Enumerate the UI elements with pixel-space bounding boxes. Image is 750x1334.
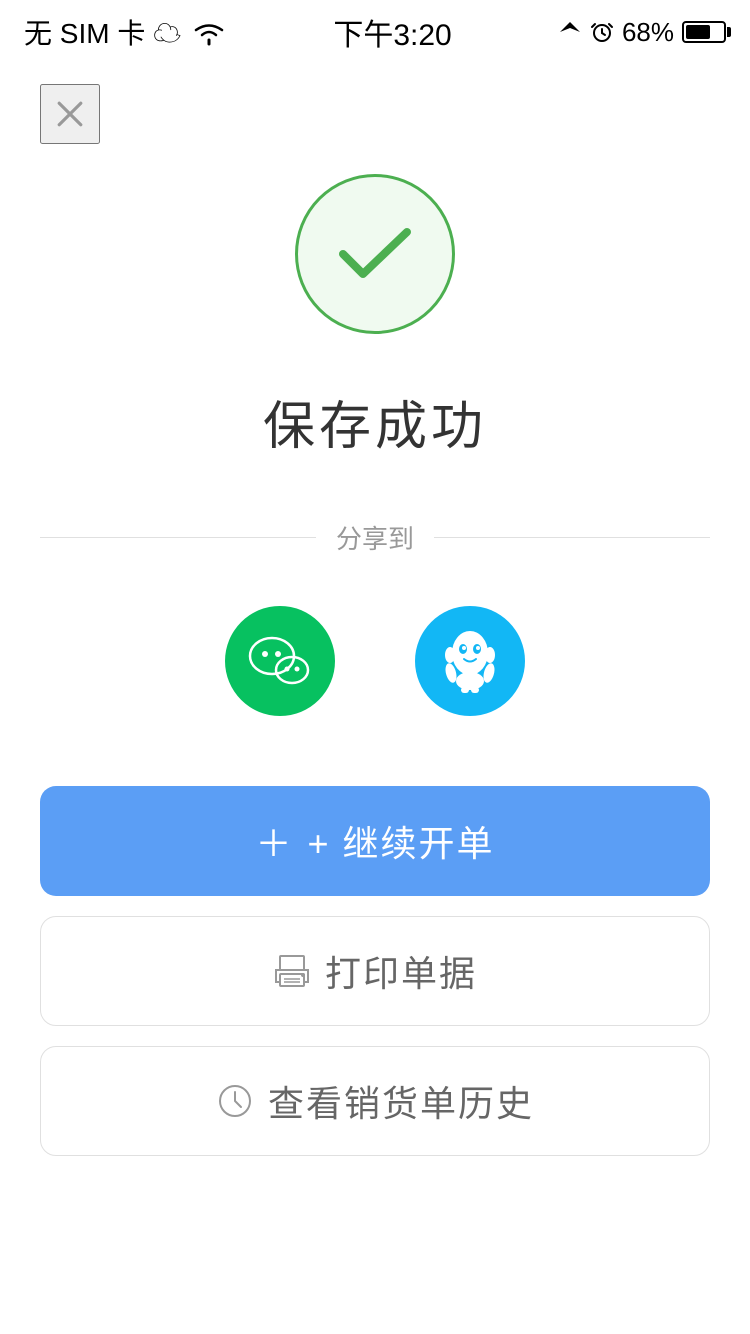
wechat-share-button[interactable] <box>225 606 335 716</box>
history-label: 查看销货单历史 <box>268 1075 534 1127</box>
status-right: 68% <box>558 17 726 48</box>
qq-share-button[interactable] <box>415 606 525 716</box>
print-icon <box>273 952 311 990</box>
checkmark-icon <box>335 224 415 284</box>
share-divider: 分享到 <box>40 519 710 556</box>
main-content: 保存成功 分享到 <box>0 64 750 1196</box>
print-button[interactable]: 打印单据 <box>40 916 710 1026</box>
battery-percent: 68% <box>622 17 674 48</box>
qq-icon <box>438 627 502 695</box>
alarm-icon <box>590 20 614 44</box>
action-buttons: ＋ + 继续开单 打印单据 查看销货单历史 <box>40 786 710 1156</box>
success-title: 保存成功 <box>263 384 487 459</box>
divider-left <box>40 537 316 538</box>
history-icon <box>216 1082 254 1120</box>
location-icon <box>558 20 582 44</box>
close-button[interactable] <box>40 84 100 144</box>
success-circle <box>295 174 455 334</box>
battery-icon <box>682 21 726 43</box>
sim-text: 无 SIM 卡 ☁ <box>24 12 181 52</box>
close-icon <box>52 96 88 132</box>
wechat-icon <box>248 632 312 690</box>
continue-label: + 继续开单 <box>307 815 494 867</box>
status-time: 下午3:20 <box>333 10 451 54</box>
share-icons-group <box>225 606 525 716</box>
continue-button[interactable]: ＋ + 继续开单 <box>40 786 710 896</box>
share-label: 分享到 <box>336 519 414 556</box>
history-button[interactable]: 查看销货单历史 <box>40 1046 710 1156</box>
plus-icon: ＋ <box>255 815 293 867</box>
print-label: 打印单据 <box>325 945 477 997</box>
status-left: 无 SIM 卡 ☁ <box>24 12 227 52</box>
divider-right <box>434 537 710 538</box>
status-bar: 无 SIM 卡 ☁ 下午3:20 68% <box>0 0 750 64</box>
wifi-icon <box>191 18 227 46</box>
